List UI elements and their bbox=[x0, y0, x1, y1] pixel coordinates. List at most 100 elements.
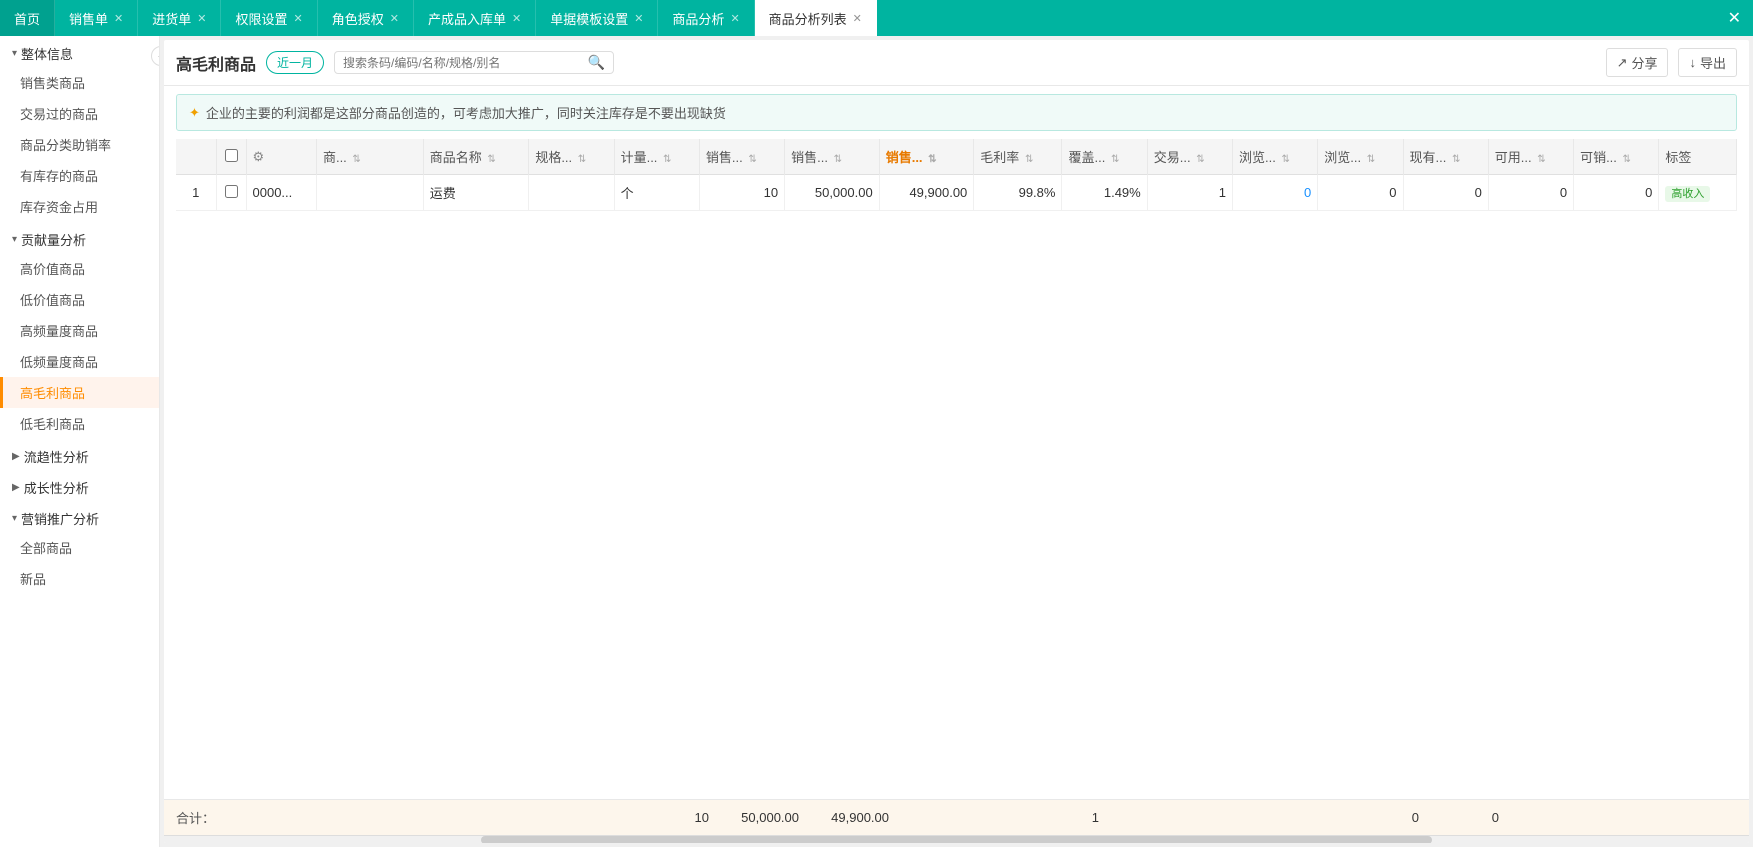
window-close-button[interactable]: ✕ bbox=[1716, 0, 1753, 36]
col-settings-header[interactable]: ⚙ bbox=[246, 139, 316, 175]
sort-icon: ⇅ bbox=[1025, 154, 1033, 165]
sort-icon: ⇅ bbox=[1367, 154, 1375, 165]
sidebar-group-overview[interactable]: ▾ 整体信息 bbox=[0, 36, 159, 67]
sidebar-item-sales-goods[interactable]: 销售类商品 bbox=[0, 67, 159, 98]
row-gross-rate: 99.8% bbox=[974, 175, 1062, 211]
row-browse2: 0 bbox=[1318, 175, 1403, 211]
col-transaction-header[interactable]: 交易... ⇅ bbox=[1147, 139, 1232, 175]
nav-item-template[interactable]: 单据模板设置 ✕ bbox=[536, 0, 658, 36]
col-sales-profit-header[interactable]: 销售... ⇅ bbox=[879, 139, 974, 175]
footer-transaction: 1 bbox=[1035, 810, 1105, 825]
col-sellable-header[interactable]: 可销... ⇅ bbox=[1574, 139, 1659, 175]
chevron-right-icon: ▶ bbox=[12, 482, 20, 493]
close-icon[interactable]: ✕ bbox=[730, 12, 739, 25]
sort-icon: ⇅ bbox=[1281, 154, 1289, 165]
close-icon[interactable]: ✕ bbox=[512, 12, 521, 25]
col-gross-rate-header[interactable]: 毛利率 ⇅ bbox=[974, 139, 1062, 175]
sidebar-item-all-goods[interactable]: 全部商品 bbox=[0, 532, 159, 563]
sidebar-item-category-rate[interactable]: 商品分类助销率 bbox=[0, 129, 159, 160]
col-browse1-header[interactable]: 浏览... ⇅ bbox=[1233, 139, 1318, 175]
nav-item-purchase[interactable]: 进货单 ✕ bbox=[138, 0, 221, 36]
close-icon[interactable]: ✕ bbox=[853, 12, 862, 25]
row-checkbox-cell bbox=[216, 175, 246, 211]
main-layout: « ▾ 整体信息 销售类商品 交易过的商品 商品分类助销率 有库存的商品 库存资… bbox=[0, 36, 1753, 847]
period-button[interactable]: 近一月 bbox=[266, 51, 324, 74]
sidebar-item-new-goods[interactable]: 新品 bbox=[0, 563, 159, 594]
horizontal-scrollbar[interactable] bbox=[164, 835, 1749, 843]
close-icon[interactable]: ✕ bbox=[390, 12, 399, 25]
nav-item-product-analysis[interactable]: 商品分析 ✕ bbox=[658, 0, 754, 36]
col-browse2-header[interactable]: 浏览... ⇅ bbox=[1318, 139, 1403, 175]
sidebar-group-marketing[interactable]: ▾ 营销推广分析 bbox=[0, 501, 159, 532]
table-header-row: ⚙ 商... ⇅ 商品名称 ⇅ 规格... ⇅ bbox=[176, 139, 1737, 175]
export-button[interactable]: ↓ 导出 bbox=[1678, 48, 1737, 77]
row-coverage: 1.49% bbox=[1062, 175, 1147, 211]
row-checkbox[interactable] bbox=[225, 185, 238, 198]
row-sellable: 0 bbox=[1574, 175, 1659, 211]
close-icon[interactable]: ✕ bbox=[634, 12, 643, 25]
col-name-header[interactable]: 商品名称 ⇅ bbox=[423, 139, 529, 175]
data-table: ⚙ 商... ⇅ 商品名称 ⇅ 规格... ⇅ bbox=[176, 139, 1737, 211]
footer-sellable: 0 bbox=[1425, 810, 1505, 825]
scrollbar-thumb[interactable] bbox=[481, 836, 1432, 843]
footer-label: 合计： bbox=[176, 808, 215, 827]
row-num: 1 bbox=[176, 175, 216, 211]
close-icon[interactable]: ✕ bbox=[294, 12, 303, 25]
table-row: 1 0000... 运费 bbox=[176, 175, 1737, 211]
nav-item-product-in[interactable]: 产成品入库单 ✕ bbox=[414, 0, 536, 36]
footer-total-bar: 合计： 10 50,000.00 49,900.00 1 0 0 bbox=[164, 799, 1749, 835]
footer-sales-qty: 10 bbox=[645, 810, 715, 825]
row-code-col: 0000... bbox=[246, 175, 316, 211]
sidebar-item-low-value[interactable]: 低价值商品 bbox=[0, 284, 159, 315]
col-sales-amount-header[interactable]: 销售... ⇅ bbox=[785, 139, 880, 175]
content-area: 高毛利商品 近一月 🔍 ↗ 分享 ↓ 导出 ✦ 企业的主要的利润都是这部分商品创… bbox=[164, 40, 1749, 843]
select-all-checkbox[interactable] bbox=[225, 149, 238, 162]
search-input[interactable] bbox=[343, 56, 588, 70]
col-available-header[interactable]: 可用... ⇅ bbox=[1488, 139, 1573, 175]
col-tag-header: 标签 bbox=[1659, 139, 1737, 175]
sidebar-item-in-stock[interactable]: 有库存的商品 bbox=[0, 160, 159, 191]
sidebar-item-low-margin[interactable]: 低毛利商品 bbox=[0, 408, 159, 439]
row-sales-amount: 50,000.00 bbox=[785, 175, 880, 211]
sort-icon: ⇅ bbox=[1196, 154, 1204, 165]
settings-icon[interactable]: ⚙ bbox=[253, 149, 265, 164]
footer-sales-profit: 49,900.00 bbox=[805, 810, 895, 825]
nav-item-permission[interactable]: 权限设置 ✕ bbox=[221, 0, 317, 36]
sidebar-group-contribution[interactable]: ▾ 贡献量分析 bbox=[0, 222, 159, 253]
sidebar-item-traded-goods[interactable]: 交易过的商品 bbox=[0, 98, 159, 129]
share-button[interactable]: ↗ 分享 bbox=[1606, 48, 1669, 77]
nav-item-role[interactable]: 角色授权 ✕ bbox=[318, 0, 414, 36]
search-icon[interactable]: 🔍 bbox=[588, 54, 605, 71]
sidebar-item-high-freq[interactable]: 高频量度商品 bbox=[0, 315, 159, 346]
row-available: 0 bbox=[1488, 175, 1573, 211]
row-product-name: 运费 bbox=[423, 175, 529, 211]
nav-item-home[interactable]: 首页 bbox=[0, 0, 55, 36]
col-unit-header[interactable]: 计量... ⇅ bbox=[614, 139, 699, 175]
sidebar-group-growth[interactable]: ▶ 成长性分析 bbox=[0, 470, 159, 501]
sort-icon: ⇅ bbox=[1537, 154, 1545, 165]
nav-item-sales[interactable]: 销售单 ✕ bbox=[55, 0, 138, 36]
search-box: 🔍 bbox=[334, 51, 614, 74]
col-coverage-header[interactable]: 覆盖... ⇅ bbox=[1062, 139, 1147, 175]
sidebar-group-trend[interactable]: ▶ 流趋性分析 bbox=[0, 439, 159, 470]
col-code-header[interactable]: 商... ⇅ bbox=[316, 139, 423, 175]
sort-icon: ⇅ bbox=[1111, 154, 1119, 165]
nav-item-product-list[interactable]: 商品分析列表 ✕ bbox=[755, 0, 877, 36]
sidebar-item-low-freq[interactable]: 低频量度商品 bbox=[0, 346, 159, 377]
content-header: 高毛利商品 近一月 🔍 ↗ 分享 ↓ 导出 bbox=[164, 40, 1749, 86]
col-sales-qty-header[interactable]: 销售... ⇅ bbox=[699, 139, 784, 175]
col-spec-header[interactable]: 规格... ⇅ bbox=[529, 139, 614, 175]
chevron-down-icon: ▾ bbox=[12, 48, 17, 59]
row-browse1[interactable]: 0 bbox=[1233, 175, 1318, 211]
chevron-down-icon: ▾ bbox=[12, 234, 17, 245]
sidebar-item-high-value[interactable]: 高价值商品 bbox=[0, 253, 159, 284]
sidebar-item-stock-capital[interactable]: 库存资金占用 bbox=[0, 191, 159, 222]
tag-badge: 高收入 bbox=[1665, 186, 1710, 202]
sidebar-item-high-margin[interactable]: 高毛利商品 bbox=[0, 377, 159, 408]
close-icon[interactable]: ✕ bbox=[114, 12, 123, 25]
row-name-col bbox=[316, 175, 423, 211]
export-icon: ↓ bbox=[1689, 55, 1696, 70]
close-icon[interactable]: ✕ bbox=[197, 12, 206, 25]
info-icon: ✦ bbox=[189, 105, 200, 121]
col-current-stock-header[interactable]: 现有... ⇅ bbox=[1403, 139, 1488, 175]
